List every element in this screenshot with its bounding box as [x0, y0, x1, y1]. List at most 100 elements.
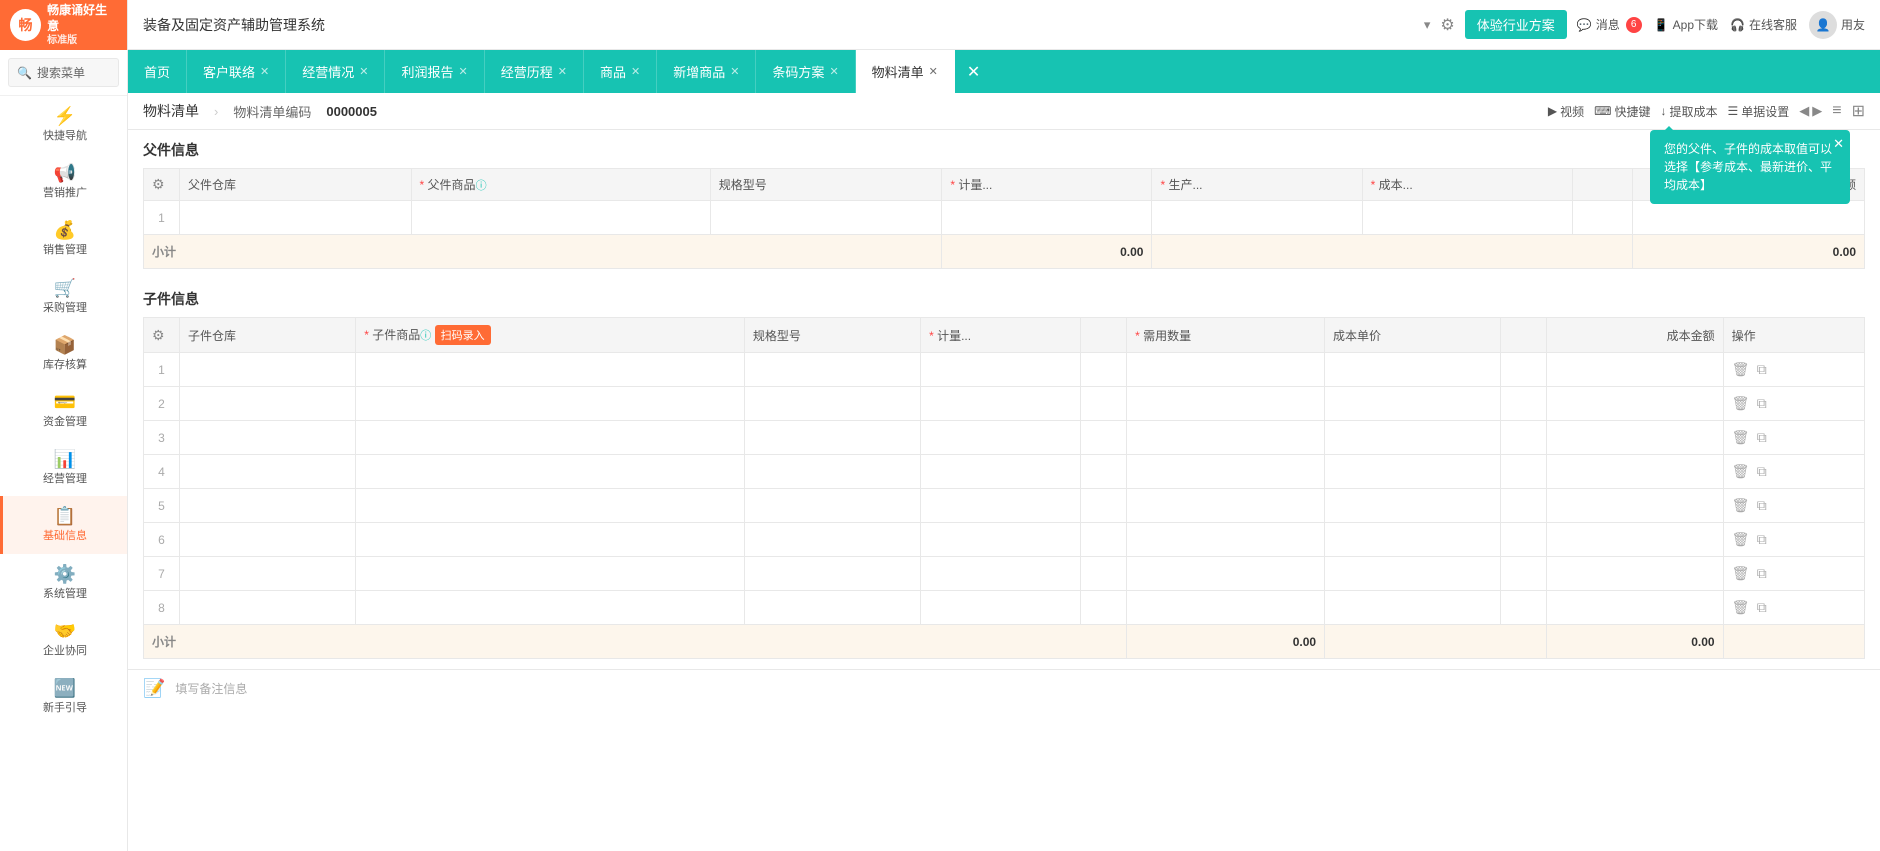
child-qty-unit-2[interactable] — [921, 387, 1081, 421]
child-goods-5[interactable] — [356, 489, 745, 523]
sidebar-item-operations[interactable]: 📊 经营管理 — [0, 439, 127, 496]
child-unit-cost-1[interactable] — [1325, 353, 1501, 387]
gear-icon[interactable]: ⚙ — [1440, 15, 1454, 35]
child-warehouse-8[interactable] — [180, 591, 356, 625]
copy-row-6-btn[interactable]: ⧉ — [1757, 531, 1767, 547]
close-tab-customer[interactable]: ✕ — [260, 65, 269, 78]
child-goods-7[interactable] — [356, 557, 745, 591]
child-req-qty-6[interactable] — [1127, 523, 1325, 557]
copy-row-1-btn[interactable]: ⧉ — [1757, 361, 1767, 377]
tab-new-goods[interactable]: 新增商品 ✕ — [657, 50, 756, 93]
child-goods-4[interactable] — [356, 455, 745, 489]
tab-goods[interactable]: 商品 ✕ — [584, 50, 657, 93]
child-goods-3[interactable] — [356, 421, 745, 455]
tab-customer[interactable]: 客户联络 ✕ — [187, 50, 286, 93]
sidebar-item-marketing[interactable]: 📢 营销推广 — [0, 153, 127, 210]
child-qty-unit-5[interactable] — [921, 489, 1081, 523]
close-tab-profit[interactable]: ✕ — [459, 65, 468, 78]
add-row-icon[interactable]: ⊞ — [1852, 101, 1865, 121]
child-unit-cost-7[interactable] — [1325, 557, 1501, 591]
tab-bom[interactable]: 物料清单 ✕ — [856, 50, 955, 93]
child-req-qty-1[interactable] — [1127, 353, 1325, 387]
copy-row-2-btn[interactable]: ⧉ — [1757, 395, 1767, 411]
tooltip-close-btn[interactable]: ✕ — [1833, 134, 1844, 154]
parent-warehouse-cell[interactable] — [180, 201, 412, 235]
delete-row-8-btn[interactable]: 🗑 — [1732, 599, 1750, 615]
close-tab-history[interactable]: ✕ — [558, 65, 567, 78]
child-col-gear[interactable]: ⚙ — [144, 318, 180, 353]
parent-prod-cell[interactable] — [1152, 201, 1362, 235]
child-unit-cost-8[interactable] — [1325, 591, 1501, 625]
child-goods-2[interactable] — [356, 387, 745, 421]
copy-row-5-btn[interactable]: ⧉ — [1757, 497, 1767, 513]
delete-row-1-btn[interactable]: 🗑 — [1732, 361, 1750, 377]
parent-qty-cell[interactable] — [942, 201, 1152, 235]
child-spec-7[interactable] — [744, 557, 920, 591]
sidebar-item-system[interactable]: ⚙️ 系统管理 — [0, 554, 127, 611]
sidebar-item-purchase[interactable]: 🛒 采购管理 — [0, 268, 127, 325]
view-btn[interactable]: ▶ 视频 — [1548, 103, 1584, 120]
child-spec-5[interactable] — [744, 489, 920, 523]
child-qty-unit-7[interactable] — [921, 557, 1081, 591]
sidebar-item-basic-info[interactable]: 📋 基础信息 — [0, 496, 127, 553]
parent-spec-cell[interactable] — [710, 201, 942, 235]
child-req-qty-3[interactable] — [1127, 421, 1325, 455]
child-spec-1[interactable] — [744, 353, 920, 387]
experience-btn[interactable]: 体验行业方案 — [1465, 10, 1567, 39]
parent-goods-cell[interactable] — [411, 201, 710, 235]
delete-row-3-btn[interactable]: 🗑 — [1732, 429, 1750, 445]
copy-row-7-btn[interactable]: ⧉ — [1757, 565, 1767, 581]
close-all-tabs[interactable]: ✕ — [955, 62, 992, 82]
child-qty-unit-1[interactable] — [921, 353, 1081, 387]
child-warehouse-4[interactable] — [180, 455, 356, 489]
child-warehouse-6[interactable] — [180, 523, 356, 557]
child-req-qty-8[interactable] — [1127, 591, 1325, 625]
copy-row-8-btn[interactable]: ⧉ — [1757, 599, 1767, 615]
child-req-qty-5[interactable] — [1127, 489, 1325, 523]
child-unit-cost-5[interactable] — [1325, 489, 1501, 523]
child-qty-unit-4[interactable] — [921, 455, 1081, 489]
child-goods-8[interactable] — [356, 591, 745, 625]
child-req-qty-7[interactable] — [1127, 557, 1325, 591]
sidebar-item-finance[interactable]: 💳 资金管理 — [0, 382, 127, 439]
next-page-btn[interactable]: ▶ — [1812, 103, 1822, 119]
sidebar-item-enterprise[interactable]: 🤝 企业协同 — [0, 611, 127, 668]
child-unit-cost-6[interactable] — [1325, 523, 1501, 557]
child-goods-1[interactable] — [356, 353, 745, 387]
sidebar-item-sales[interactable]: 💰 销售管理 — [0, 210, 127, 267]
delete-row-2-btn[interactable]: 🗑 — [1732, 395, 1750, 411]
search-menu-button[interactable]: 🔍 搜索菜单 — [8, 58, 119, 87]
delete-row-5-btn[interactable]: 🗑 — [1732, 497, 1750, 513]
delete-row-7-btn[interactable]: 🗑 — [1732, 565, 1750, 581]
tab-profit[interactable]: 利润报告 ✕ — [385, 50, 484, 93]
tab-history[interactable]: 经营历程 ✕ — [485, 50, 584, 93]
child-warehouse-2[interactable] — [180, 387, 356, 421]
tab-operation[interactable]: 经营情况 ✕ — [286, 50, 385, 93]
child-spec-3[interactable] — [744, 421, 920, 455]
child-qty-unit-6[interactable] — [921, 523, 1081, 557]
child-spec-8[interactable] — [744, 591, 920, 625]
child-spec-4[interactable] — [744, 455, 920, 489]
sidebar-search-area[interactable]: 🔍 搜索菜单 — [0, 50, 127, 96]
copy-row-3-btn[interactable]: ⧉ — [1757, 429, 1767, 445]
child-qty-unit-3[interactable] — [921, 421, 1081, 455]
child-spec-6[interactable] — [744, 523, 920, 557]
close-tab-bom[interactable]: ✕ — [929, 65, 938, 78]
online-service-btn[interactable]: 🎧 在线客服 — [1730, 16, 1797, 33]
sidebar-item-inventory[interactable]: 📦 库存核算 — [0, 325, 127, 382]
user-btn[interactable]: 👤 用友 — [1809, 11, 1865, 39]
child-warehouse-1[interactable] — [180, 353, 356, 387]
child-qty-unit-8[interactable] — [921, 591, 1081, 625]
sidebar-item-quick-nav[interactable]: ⚡ 快捷导航 — [0, 96, 127, 153]
child-unit-cost-3[interactable] — [1325, 421, 1501, 455]
child-warehouse-3[interactable] — [180, 421, 356, 455]
close-tab-goods[interactable]: ✕ — [631, 65, 640, 78]
parent-col-gear[interactable]: ⚙ — [144, 169, 180, 201]
message-btn[interactable]: 💬 消息 6 — [1577, 16, 1642, 33]
prev-page-btn[interactable]: ◀ — [1799, 103, 1809, 119]
copy-row-4-btn[interactable]: ⧉ — [1757, 463, 1767, 479]
app-download-btn[interactable]: 📱 App下载 — [1654, 16, 1718, 33]
tab-home[interactable]: 首页 — [128, 50, 187, 93]
delete-row-6-btn[interactable]: 🗑 — [1732, 531, 1750, 547]
note-placeholder[interactable]: 填写备注信息 — [175, 680, 247, 697]
